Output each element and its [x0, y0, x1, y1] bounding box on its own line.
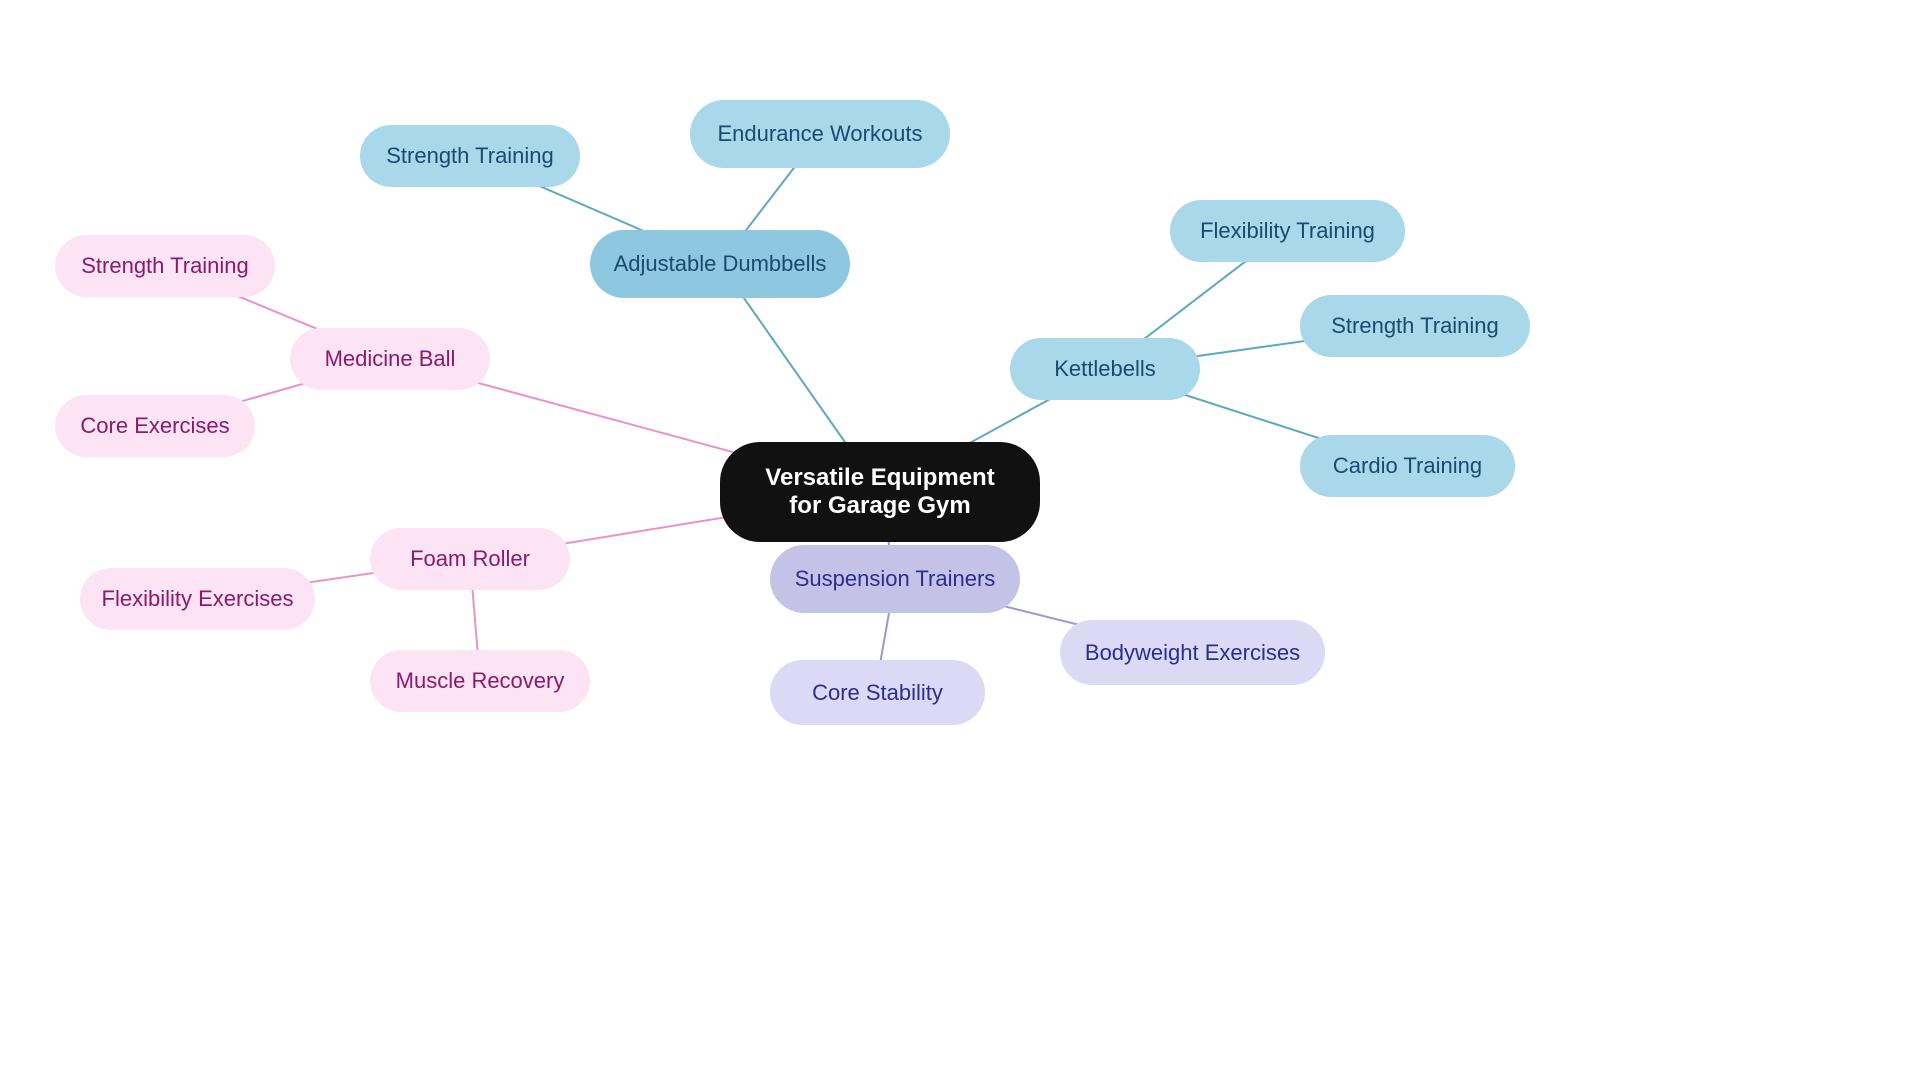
endurance-workouts-node[interactable]: Endurance Workouts [690, 100, 950, 168]
kettlebells-node[interactable]: Kettlebells [1010, 338, 1200, 400]
strength-training-pink-node[interactable]: Strength Training [55, 235, 275, 297]
flexibility-training-node[interactable]: Flexibility Training [1170, 200, 1405, 262]
core-stability-node[interactable]: Core Stability [770, 660, 985, 725]
core-exercises-node[interactable]: Core Exercises [55, 395, 255, 457]
strength-training-blue-node[interactable]: Strength Training [1300, 295, 1530, 357]
medicine-ball-node[interactable]: Medicine Ball [290, 328, 490, 390]
cardio-training-node[interactable]: Cardio Training [1300, 435, 1515, 497]
bodyweight-exercises-node[interactable]: Bodyweight Exercises [1060, 620, 1325, 685]
muscle-recovery-node[interactable]: Muscle Recovery [370, 650, 590, 712]
adjustable-dumbbells-node[interactable]: Adjustable Dumbbells [590, 230, 850, 298]
flexibility-exercises-node[interactable]: Flexibility Exercises [80, 568, 315, 630]
foam-roller-node[interactable]: Foam Roller [370, 528, 570, 590]
strength-training-top-node[interactable]: Strength Training [360, 125, 580, 187]
suspension-trainers-node[interactable]: Suspension Trainers [770, 545, 1020, 613]
center-node[interactable]: Versatile Equipment for Garage Gym [720, 442, 1040, 542]
